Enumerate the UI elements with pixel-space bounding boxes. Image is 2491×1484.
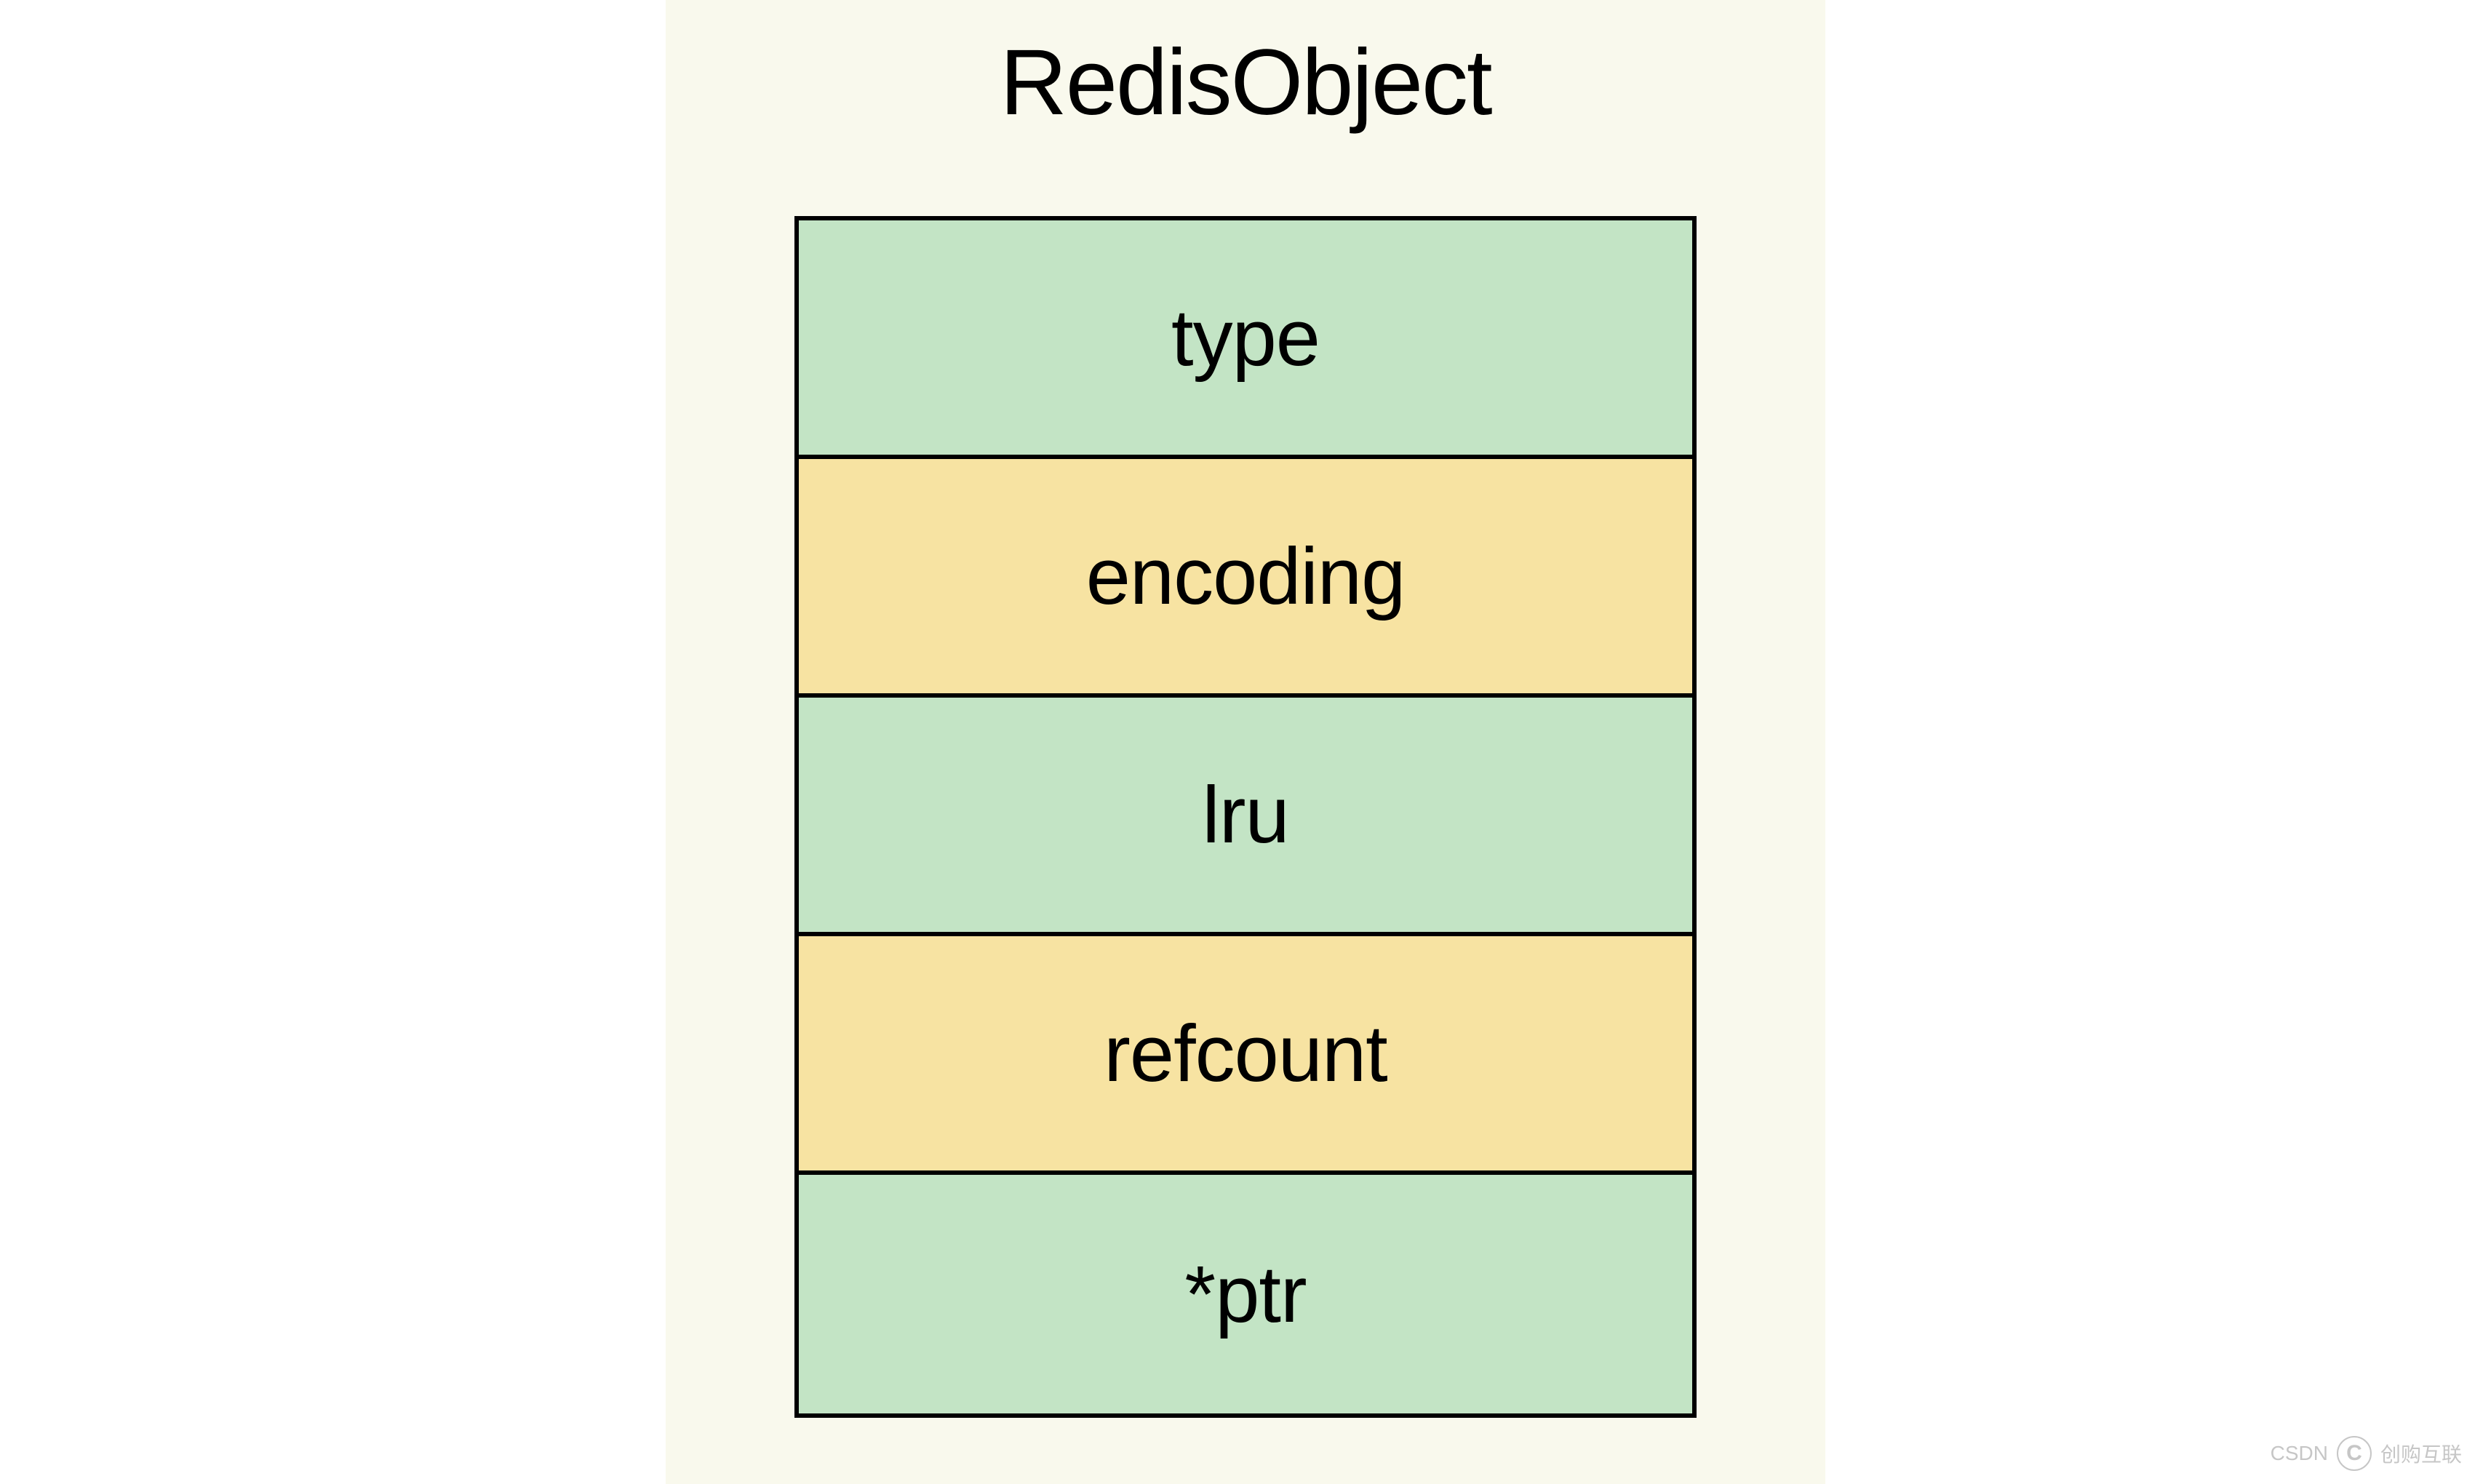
field-type: type (799, 220, 1692, 459)
field-refcount: refcount (799, 936, 1692, 1175)
watermark: CSDN C 创购互联 (2271, 1436, 2462, 1471)
field-encoding: encoding (799, 459, 1692, 698)
watermark-text: CSDN (2271, 1442, 2328, 1465)
diagram-panel: RedisObject type encoding lru refcount *… (666, 0, 1825, 1484)
watermark-subtext: 创购互联 (2380, 1439, 2462, 1468)
diagram-title: RedisObject (1000, 29, 1491, 136)
watermark-logo-icon: C (2337, 1436, 2372, 1471)
struct-box: type encoding lru refcount *ptr (794, 216, 1697, 1418)
field-lru: lru (799, 698, 1692, 936)
field-ptr: *ptr (799, 1175, 1692, 1413)
